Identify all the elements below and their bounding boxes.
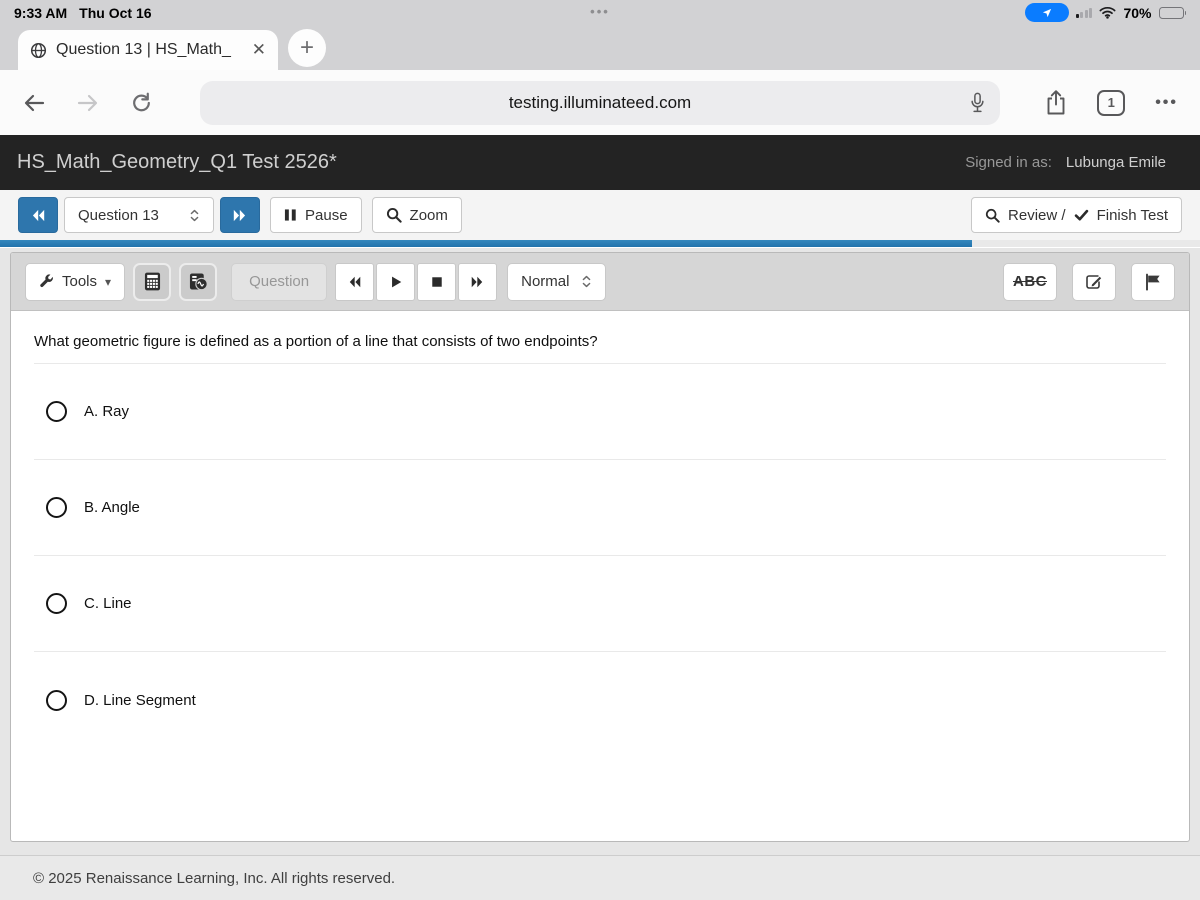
calculator-icon	[144, 272, 160, 291]
flag-button[interactable]	[1131, 262, 1175, 301]
calculator-button[interactable]	[133, 262, 172, 301]
content-area: Tools ▾ Question Normal ABC What geometr…	[0, 248, 1200, 842]
chevron-updown-icon	[582, 275, 591, 288]
copyright-text: © 2025 Renaissance Learning, Inc. All ri…	[33, 869, 396, 887]
location-arrow-icon	[1041, 7, 1053, 19]
audio-stop-button[interactable]	[417, 262, 457, 301]
answer-option-b[interactable]: B. Angle	[34, 460, 1166, 556]
pause-icon	[284, 209, 296, 221]
option-label: C. Line	[84, 595, 132, 612]
question-text: What geometric figure is defined as a po…	[34, 333, 598, 350]
multitask-dots-icon: •••	[590, 4, 610, 19]
answer-option-d[interactable]: D. Line Segment	[34, 652, 1166, 748]
double-right-icon	[471, 276, 483, 287]
radio-button[interactable]	[46, 401, 67, 422]
option-label: A. Ray	[84, 403, 130, 420]
status-bar: 9:33 AM Thu Oct 16 ••• 70%	[0, 0, 1200, 25]
double-left-icon	[32, 209, 45, 221]
ipad-screen: 9:33 AM Thu Oct 16 ••• 70% Question 13 |…	[0, 0, 1200, 900]
stop-icon	[431, 276, 442, 287]
double-left-icon	[349, 276, 361, 287]
answer-eliminator-label: ABC	[1013, 273, 1047, 290]
signed-in-label: Signed in as:	[965, 154, 1052, 171]
question-selector[interactable]: Question 13	[64, 197, 214, 233]
more-menu-icon[interactable]: •••	[1155, 94, 1178, 112]
chevron-updown-icon	[190, 209, 199, 221]
graphing-calculator-button[interactable]	[179, 262, 218, 301]
double-right-icon	[233, 209, 246, 221]
browser-tab[interactable]: Question 13 | HS_Math_ ✕	[18, 30, 278, 70]
wifi-icon	[1099, 6, 1116, 19]
review-label: Review /	[1008, 206, 1066, 224]
globe-icon	[30, 42, 47, 59]
tools-label: Tools	[62, 273, 98, 290]
zoom-label: Zoom	[409, 206, 448, 224]
battery-percent: 70%	[1123, 4, 1152, 21]
tools-button[interactable]: Tools ▾	[25, 262, 126, 301]
share-icon[interactable]	[1045, 89, 1067, 116]
new-tab-button[interactable]: +	[288, 29, 326, 67]
previous-question-button[interactable]	[18, 197, 58, 233]
check-icon	[1074, 209, 1088, 221]
url-text: testing.illuminateed.com	[508, 92, 692, 112]
speed-selector[interactable]: Normal	[507, 262, 607, 301]
tabs-button[interactable]: 1	[1097, 89, 1126, 116]
reload-button[interactable]	[130, 91, 153, 114]
play-icon	[391, 276, 401, 287]
zoom-button[interactable]: Zoom	[371, 197, 462, 233]
pause-label: Pause	[305, 206, 348, 224]
browser-nav-bar: testing.illuminateed.com 1 •••	[0, 70, 1200, 135]
microphone-icon[interactable]	[970, 92, 985, 114]
user-name: Lubunga Emile	[1065, 154, 1166, 171]
tab-title: Question 13 | HS_Math_	[56, 41, 231, 58]
audio-controls	[335, 262, 498, 301]
test-progress-bar	[0, 240, 1200, 248]
tab-close-icon[interactable]: ✕	[252, 40, 266, 60]
pause-button[interactable]: Pause	[270, 197, 362, 233]
review-finish-button[interactable]: Review / Finish Test	[971, 197, 1182, 233]
battery-icon	[1158, 6, 1186, 19]
wrench-icon	[40, 274, 53, 288]
progress-fill	[0, 240, 972, 247]
speed-value: Normal	[521, 273, 570, 290]
magnifier-icon	[386, 207, 402, 223]
magnifier-icon	[985, 208, 1000, 223]
flag-icon	[1146, 273, 1160, 291]
question-view-label: Question	[249, 273, 310, 290]
location-services-pill	[1024, 3, 1069, 22]
tab-bar: Question 13 | HS_Math_ ✕ +	[0, 25, 1200, 70]
address-bar[interactable]: testing.illuminateed.com	[200, 80, 1000, 125]
radio-button[interactable]	[46, 497, 67, 518]
question-area: What geometric figure is defined as a po…	[11, 311, 1189, 364]
answer-options: A. Ray B. Angle C. Line D. Line Segment	[11, 364, 1189, 748]
option-label: D. Line Segment	[84, 691, 196, 709]
radio-button[interactable]	[46, 689, 67, 711]
notes-button[interactable]	[1072, 262, 1116, 301]
test-title: HS_Math_Geometry_Q1 Test 2526*	[17, 151, 337, 173]
finish-label: Finish Test	[1096, 206, 1168, 224]
option-label: B. Angle	[84, 499, 140, 516]
next-question-button[interactable]	[220, 197, 260, 233]
back-button[interactable]	[22, 93, 46, 113]
audio-play-button[interactable]	[376, 262, 416, 301]
graphing-calculator-icon	[189, 273, 208, 291]
audio-rewind-button[interactable]	[335, 262, 375, 301]
radio-button[interactable]	[46, 593, 67, 614]
question-selector-value: Question 13	[78, 206, 159, 224]
cellular-signal-icon	[1075, 7, 1093, 18]
caret-down-icon: ▾	[105, 274, 112, 289]
answer-option-c[interactable]: C. Line	[34, 556, 1166, 652]
forward-button[interactable]	[76, 93, 100, 113]
pencil-square-icon	[1086, 274, 1102, 289]
answer-option-a[interactable]: A. Ray	[34, 364, 1166, 460]
answer-eliminator-button[interactable]: ABC	[1003, 262, 1057, 301]
question-nav-toolbar: Question 13 Pause Zoom Review / Finish T…	[0, 190, 1200, 240]
copyright-footer: © 2025 Renaissance Learning, Inc. All ri…	[0, 855, 1200, 900]
audio-forward-button[interactable]	[458, 262, 498, 301]
test-header: HS_Math_Geometry_Q1 Test 2526* Signed in…	[0, 135, 1200, 190]
question-view-button[interactable]: Question	[231, 262, 328, 301]
question-card: Tools ▾ Question Normal ABC What geometr…	[10, 252, 1190, 842]
tools-toolbar: Tools ▾ Question Normal ABC	[11, 253, 1189, 311]
